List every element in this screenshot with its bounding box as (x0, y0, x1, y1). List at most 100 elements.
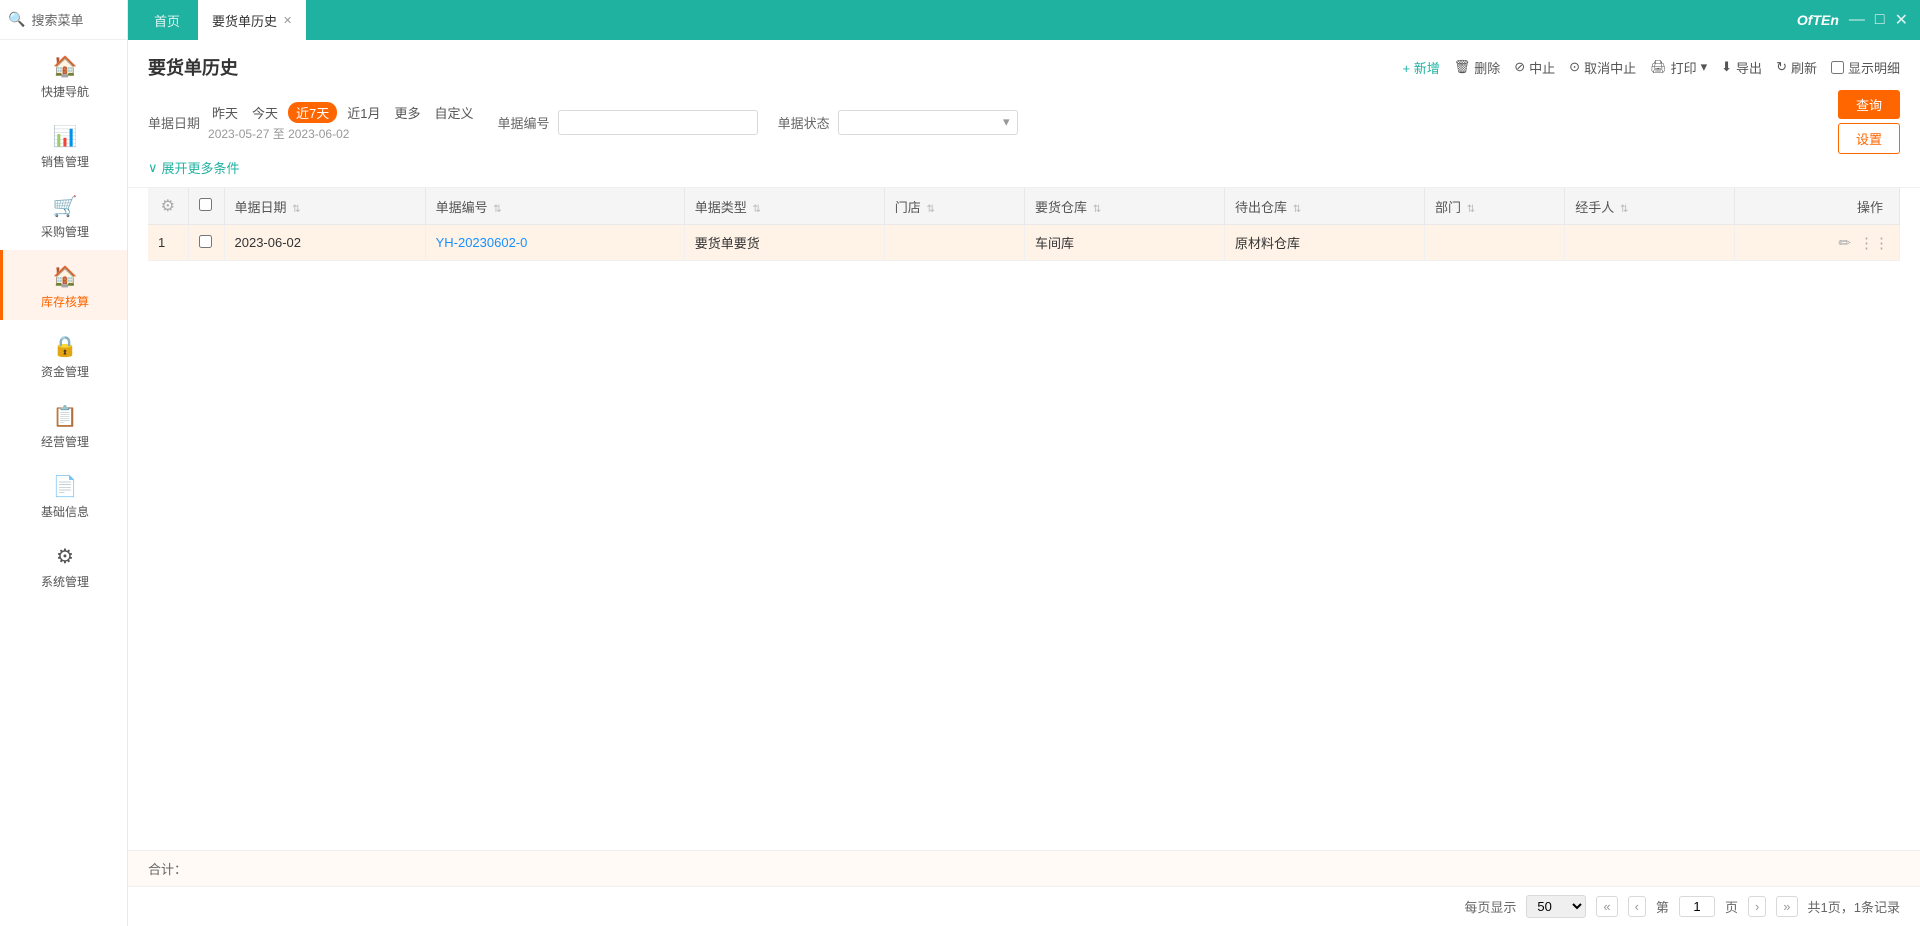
tab-home-label: 首页 (154, 11, 180, 30)
th-date[interactable]: 单据日期 ⇅ (224, 188, 425, 225)
date-opt-yesterday[interactable]: 昨天 (208, 102, 242, 123)
date-opt-today[interactable]: 今天 (248, 102, 282, 123)
th-action: 操作 (1735, 188, 1900, 225)
sidebar-item-label: 采购管理 (41, 223, 89, 240)
th-pending-warehouse[interactable]: 待出仓库 ⇅ (1225, 188, 1425, 225)
status-select[interactable] (838, 110, 1018, 135)
main-area: 首页 要货单历史 ✕ OfTEn — □ ✕ 要货单历史 + 新增 🗑 删除 (128, 0, 1920, 926)
first-page-button[interactable]: « (1596, 896, 1617, 917)
system-icon: ⚙ (56, 544, 74, 569)
date-opt-last7days[interactable]: 近7天 (288, 102, 337, 123)
operation-icon: 📋 (53, 404, 78, 429)
tab-requisition-history[interactable]: 要货单历史 ✕ (198, 0, 306, 40)
tab-home[interactable]: 首页 (140, 0, 194, 40)
delete-icon: 🗑 (1454, 59, 1471, 75)
select-all-checkbox[interactable] (199, 198, 212, 211)
th-handler[interactable]: 经手人 ⇅ (1565, 188, 1735, 225)
th-req-warehouse[interactable]: 要货仓库 ⇅ (1025, 188, 1225, 225)
delete-button[interactable]: 🗑 删除 (1454, 58, 1501, 77)
row-checkbox[interactable] (199, 235, 212, 248)
footer-sum: 合计： (128, 850, 1920, 886)
tab-requisition-label: 要货单历史 (212, 11, 277, 30)
basic-icon: 📄 (53, 474, 78, 499)
doc-no-input[interactable] (558, 110, 758, 135)
export-button[interactable]: ⬇ 导出 (1721, 58, 1762, 77)
tab-close-icon[interactable]: ✕ (283, 14, 292, 27)
cancel-suspend-button[interactable]: ⊙ 取消中止 (1569, 58, 1636, 77)
minimize-button[interactable]: — (1849, 11, 1865, 29)
doc-no-link[interactable]: YH-20230602-0 (436, 235, 528, 250)
cell-req-warehouse: 车间库 (1025, 225, 1225, 261)
settings-button[interactable]: 设置 (1838, 123, 1900, 154)
expand-more-button[interactable]: ∨ 展开更多条件 (148, 154, 1900, 181)
last-page-button[interactable]: » (1776, 896, 1797, 917)
data-table: ⚙ 单据日期 ⇅ 单据编号 ⇅ (148, 188, 1900, 261)
chart-icon: 📊 (53, 124, 78, 149)
cell-index: 1 (148, 225, 188, 261)
show-detail-checkbox[interactable] (1831, 61, 1844, 74)
refresh-button[interactable]: ↻ 刷新 (1776, 58, 1817, 77)
page-input[interactable] (1679, 896, 1715, 917)
sidebar: 🔍 搜索菜单 🏠 快捷导航 📊 销售管理 🛒 采购管理 🏠 库存核算 🔒 资金管… (0, 0, 128, 926)
maximize-button[interactable]: □ (1875, 11, 1885, 29)
query-button[interactable]: 查询 (1838, 90, 1900, 119)
sidebar-item-purchase[interactable]: 🛒 采购管理 (0, 180, 127, 250)
page-size-select[interactable]: 50 20 100 200 (1526, 895, 1586, 918)
sort-pending-warehouse-icon: ⇅ (1293, 204, 1301, 215)
th-department[interactable]: 部门 ⇅ (1425, 188, 1565, 225)
sidebar-item-finance[interactable]: 🔒 资金管理 (0, 320, 127, 390)
sidebar-item-operation[interactable]: 📋 经营管理 (0, 390, 127, 460)
cell-doc-type: 要货单要货 (684, 225, 884, 261)
sidebar-search[interactable]: 🔍 搜索菜单 (0, 0, 127, 40)
close-button[interactable]: ✕ (1895, 10, 1908, 30)
delete-action-icon[interactable]: ⋮⋮ (1859, 234, 1889, 252)
topbar: 首页 要货单历史 ✕ OfTEn — □ ✕ (128, 0, 1920, 40)
sidebar-item-basic[interactable]: 📄 基础信息 (0, 460, 127, 530)
print-button[interactable]: 🖨 打印 ▾ (1650, 58, 1707, 77)
th-store[interactable]: 门店 ⇅ (884, 188, 1024, 225)
print-dropdown-icon: ▾ (1701, 59, 1708, 75)
cell-pending-warehouse: 原材料仓库 (1225, 225, 1425, 261)
date-filter-group: 单据日期 昨天 今天 近7天 近1月 更多 自定义 2023-05-27 至 2… (148, 102, 478, 142)
suspend-button[interactable]: ⊘ 中止 (1514, 58, 1555, 77)
edit-action-icon[interactable]: ✏ (1838, 234, 1851, 252)
doc-no-filter-label: 单据编号 (498, 113, 550, 132)
suspend-icon: ⊘ (1514, 59, 1525, 75)
print-icon: 🖨 (1650, 59, 1667, 75)
sidebar-item-quick-nav[interactable]: 🏠 快捷导航 (0, 40, 127, 110)
date-opt-custom[interactable]: 自定义 (431, 102, 478, 123)
show-detail-label: 显示明细 (1848, 58, 1900, 77)
th-checkbox (188, 188, 224, 225)
cell-department (1425, 225, 1565, 261)
show-detail-toggle[interactable]: 显示明细 (1831, 58, 1900, 77)
sidebar-item-label: 基础信息 (41, 503, 89, 520)
sort-handler-icon: ⇅ (1620, 204, 1628, 215)
date-opt-more[interactable]: 更多 (391, 102, 425, 123)
content-area: 要货单历史 + 新增 🗑 删除 ⊘ 中止 ⊙ 取消中止 🖨 (128, 40, 1920, 926)
sidebar-item-sales[interactable]: 📊 销售管理 (0, 110, 127, 180)
sidebar-item-inventory[interactable]: 🏠 库存核算 (0, 250, 127, 320)
table-settings-icon[interactable]: ⚙ (161, 196, 175, 216)
page-suffix: 页 (1725, 897, 1738, 916)
next-page-button[interactable]: › (1748, 896, 1766, 917)
sidebar-item-system[interactable]: ⚙ 系统管理 (0, 530, 127, 600)
refresh-button-label: 刷新 (1791, 58, 1817, 77)
expand-icon: ∨ (148, 160, 158, 176)
sidebar-search-label: 搜索菜单 (31, 10, 83, 29)
status-filter-group: 单据状态 (778, 110, 1018, 135)
th-settings: ⚙ (148, 188, 188, 225)
table-row[interactable]: 1 2023-06-02 YH-20230602-0 要货单要货 车间库 原材料… (148, 225, 1900, 261)
export-icon: ⬇ (1721, 59, 1732, 75)
sort-doc-type-icon: ⇅ (752, 204, 760, 215)
prev-page-button[interactable]: ‹ (1628, 896, 1646, 917)
pagination-bar: 每页显示 50 20 100 200 « ‹ 第 页 › » 共1页，1条记录 (128, 886, 1920, 926)
expand-label: 展开更多条件 (162, 158, 240, 177)
th-doc-no[interactable]: 单据编号 ⇅ (425, 188, 684, 225)
delete-button-label: 删除 (1474, 58, 1500, 77)
filter-buttons: 查询 设置 (1838, 90, 1900, 154)
total-info: 共1页，1条记录 (1808, 897, 1900, 916)
new-button[interactable]: + 新增 (1402, 58, 1439, 77)
date-options: 昨天 今天 近7天 近1月 更多 自定义 2023-05-27 至 2023-0… (208, 102, 478, 142)
th-doc-type[interactable]: 单据类型 ⇅ (684, 188, 884, 225)
date-opt-last-month[interactable]: 近1月 (343, 102, 384, 123)
